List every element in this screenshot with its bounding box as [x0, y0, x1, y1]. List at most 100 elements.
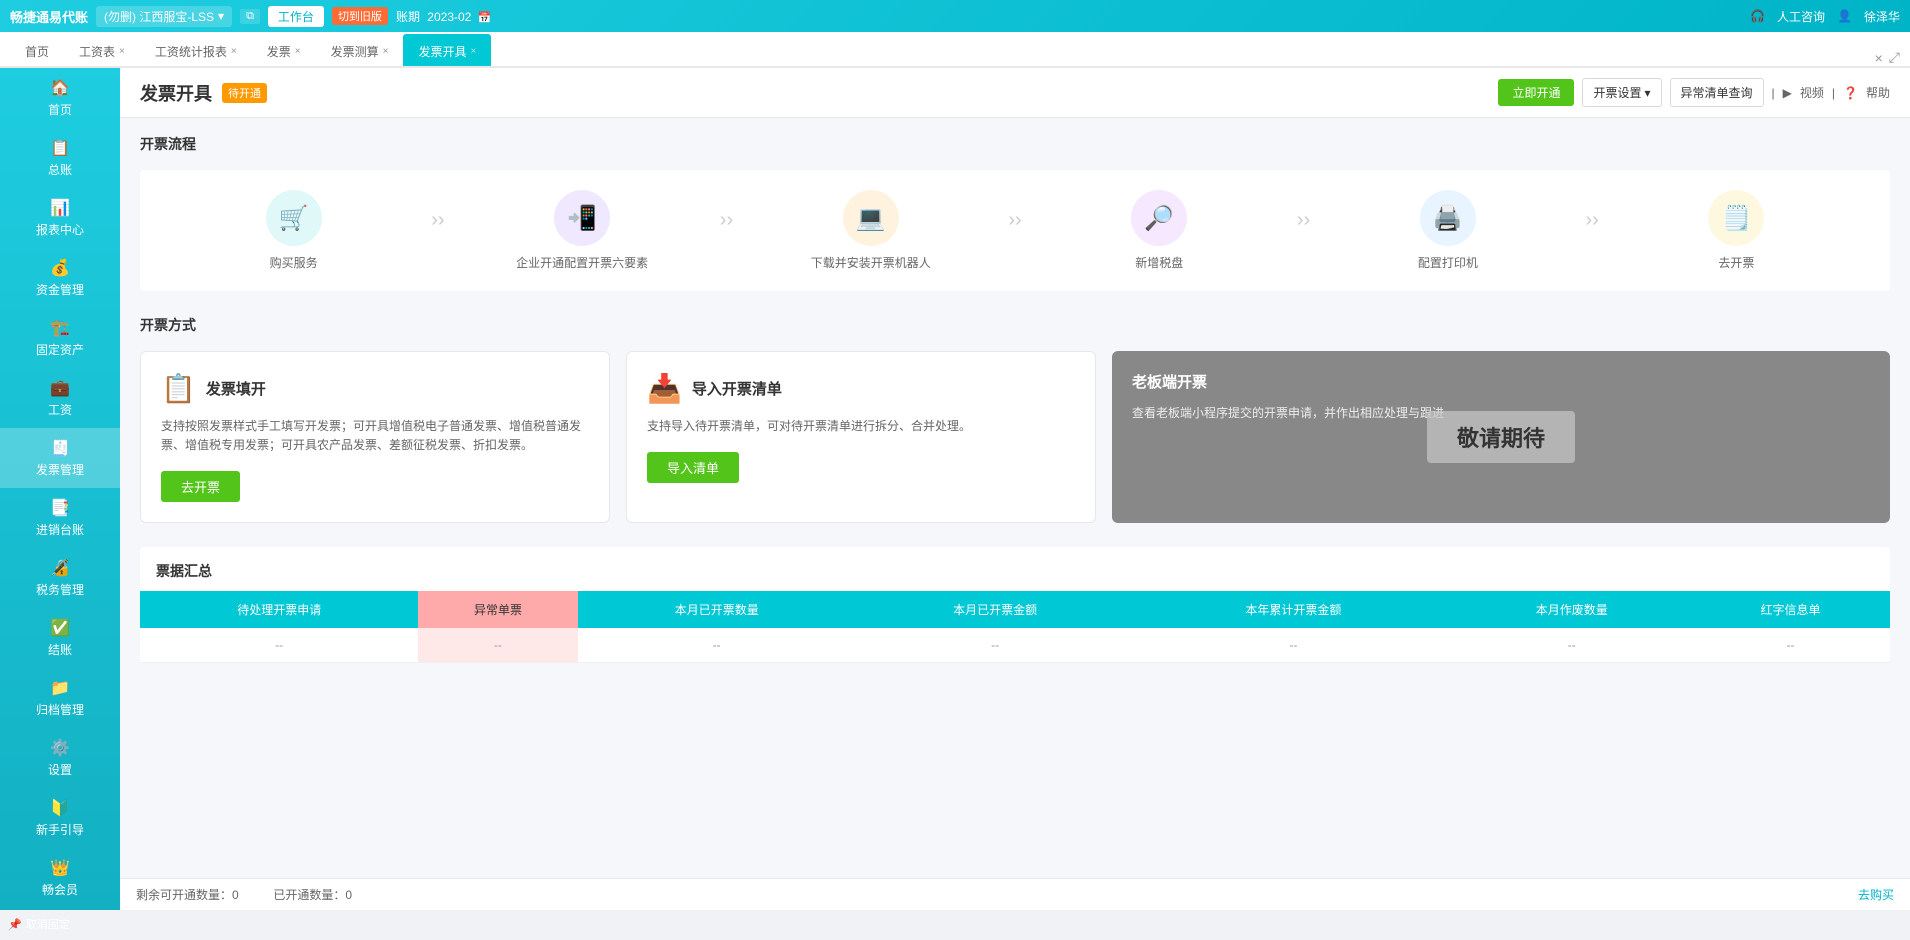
sidebar-item-member[interactable]: 👑 畅会员	[0, 848, 120, 908]
sidebar-item-fund[interactable]: 💰 资金管理	[0, 248, 120, 308]
tax-icon: 🔏	[50, 558, 70, 578]
header-right-actions: | ▶ 视频 | ❓ 帮助	[1772, 84, 1890, 101]
tab-home[interactable]: 首页	[10, 34, 64, 66]
member-icon: 👑	[50, 858, 70, 878]
tab-invoice-issue-label: 发票开具	[418, 43, 466, 60]
flow-step-1: 🛒 购买服务	[160, 190, 427, 271]
tab-invoice[interactable]: 发票 ×	[252, 34, 316, 66]
invoice-mgmt-icon: 🧾	[50, 438, 70, 458]
page-header: 发票开具 待开通 立即开通 开票设置 ▾ 异常清单查询 | ▶ 视频 | ❓ 帮…	[120, 68, 1910, 118]
user-name: 徐泽华	[1864, 8, 1900, 25]
sidebar-item-tax[interactable]: 🔏 税务管理	[0, 548, 120, 608]
divider: |	[1772, 86, 1775, 100]
copy-icon[interactable]: ⧉	[240, 9, 260, 24]
guide-icon: 🔰	[50, 798, 70, 818]
col-month-amount: 本月已开票金额	[856, 591, 1134, 628]
opened-label: 已开通数量：0	[273, 888, 352, 902]
immediate-open-btn[interactable]: 立即开通	[1498, 79, 1574, 106]
tab-invoice-calc[interactable]: 发票测算 ×	[316, 34, 404, 66]
tab-invoice-close[interactable]: ×	[295, 46, 301, 57]
flow-step-2-label: 企业开通配置开票六要素	[516, 254, 648, 271]
cell-year-amount: --	[1134, 628, 1452, 663]
cell-abnormal: --	[418, 628, 577, 663]
tab-payroll-close[interactable]: ×	[119, 46, 125, 57]
video-label[interactable]: 视频	[1800, 84, 1824, 101]
dropdown-icon: ▾	[218, 9, 224, 23]
nav-tabs: 首页 工资表 × 工资统计报表 × 发票 × 发票测算 × 发票开具 × × ⤢	[0, 32, 1910, 68]
col-month-count: 本月已开票数量	[578, 591, 856, 628]
separator: |	[1832, 86, 1835, 100]
inner-content: 开票流程 🛒 购买服务 ›› 📲 企业开通配置开票六要素 ›› 💻 下载并安装开	[120, 118, 1910, 679]
avatar: 👤	[1837, 9, 1852, 23]
flow-step-3: 💻 下载并安装开票机器人	[737, 190, 1004, 271]
sidebar-item-purchase-ledger[interactable]: 📑 进销台账	[0, 488, 120, 548]
flow-step-1-label: 购买服务	[270, 254, 318, 271]
tab-payroll-report-close[interactable]: ×	[231, 46, 237, 57]
summary-row: -- -- -- -- -- -- --	[140, 628, 1890, 663]
top-bar: 畅捷通易代账 (勿删) 江西服宝-LSS ▾ ⧉ 工作台 切到旧版 账期 202…	[0, 0, 1910, 32]
method-card-fill-header: 📋 发票填开	[161, 372, 589, 405]
import-card-title: 导入开票清单	[692, 378, 782, 399]
workspace-btn[interactable]: 工作台	[268, 6, 324, 27]
sidebar-item-invoice-mgmt[interactable]: 🧾 发票管理	[0, 428, 120, 488]
col-abnormal: 异常单票	[418, 591, 577, 628]
flow-step-5: 🖨️ 配置打印机	[1314, 190, 1581, 271]
import-card-icon: 📥	[647, 372, 682, 405]
bottom-bar: 剩余可开通数量：0 已开通数量：0 去购买	[120, 878, 1910, 910]
sidebar-item-ledger[interactable]: 📋 总账	[0, 128, 120, 188]
page-header-actions: 立即开通 开票设置 ▾ 异常清单查询 | ▶ 视频 | ❓ 帮助	[1498, 78, 1890, 107]
asset-icon: 🏗️	[50, 318, 70, 338]
restore-btn[interactable]: ⤢	[1889, 49, 1900, 66]
flow-step-6: 🗒️ 去开票	[1603, 190, 1870, 271]
fund-icon: 💰	[50, 258, 70, 278]
top-bar-left: 畅捷通易代账 (勿删) 江西服宝-LSS ▾ ⧉ 工作台 切到旧版 账期 202…	[10, 6, 491, 27]
ticket-settings-btn[interactable]: 开票设置 ▾	[1582, 78, 1661, 107]
tab-invoice-issue-close[interactable]: ×	[470, 46, 476, 57]
sidebar-item-archive[interactable]: 📁 归档管理	[0, 668, 120, 728]
purchase-ledger-icon: 📑	[50, 498, 70, 518]
status-badge: 待开通	[222, 83, 267, 103]
col-year-amount: 本年累计开票金额	[1134, 591, 1452, 628]
tab-payroll-report-label: 工资统计报表	[155, 43, 227, 60]
abnormal-list-btn[interactable]: 异常清单查询	[1670, 78, 1764, 107]
sidebar-item-report-label: 报表中心	[36, 221, 84, 238]
flow-step-2-icon: 📲	[554, 190, 610, 246]
tab-payroll-report[interactable]: 工资统计报表 ×	[140, 34, 252, 66]
tab-invoice-calc-label: 发票测算	[331, 43, 379, 60]
sidebar-item-report[interactable]: 📊 报表中心	[0, 188, 120, 248]
help-label[interactable]: 帮助	[1866, 84, 1890, 101]
calendar-icon[interactable]: 📅	[478, 12, 492, 24]
period-label: 账期 2023-02 📅	[396, 8, 491, 25]
remaining-label: 剩余可开通数量：0	[136, 888, 239, 902]
tab-invoice-issue[interactable]: 发票开具 ×	[403, 34, 491, 66]
sidebar-item-purchase-ledger-label: 进销台账	[36, 521, 84, 538]
user-service[interactable]: 人工咨询	[1777, 8, 1825, 25]
sidebar-unpin-btn[interactable]: 📌 取消固定	[0, 908, 120, 940]
close-btn[interactable]: ×	[1875, 50, 1883, 66]
methods-section-title: 开票方式	[140, 315, 1890, 335]
sidebar-item-guide-label: 新手引导	[36, 821, 84, 838]
fill-card-title: 发票填开	[206, 378, 266, 399]
tab-invoice-calc-close[interactable]: ×	[383, 46, 389, 57]
col-pending: 待处理开票申请	[140, 591, 418, 628]
sidebar-item-guide[interactable]: 🔰 新手引导	[0, 788, 120, 848]
settings-icon: ⚙️	[50, 738, 70, 758]
sidebar-item-home[interactable]: 🏠 首页	[0, 68, 120, 128]
cell-red-info: --	[1691, 628, 1890, 663]
sidebar-item-close-account[interactable]: ✅ 结账	[0, 608, 120, 668]
page-title: 发票开具	[140, 80, 212, 106]
go-issue-btn[interactable]: 去开票	[161, 471, 240, 502]
col-void-count: 本月作废数量	[1452, 591, 1691, 628]
flow-step-4-label: 新增税盘	[1135, 254, 1183, 271]
sidebar-item-settings[interactable]: ⚙️ 设置	[0, 728, 120, 788]
switch-version-btn[interactable]: 切到旧版	[332, 7, 388, 25]
tab-payroll[interactable]: 工资表 ×	[64, 34, 140, 66]
arrow-4: ››	[1293, 209, 1314, 232]
company-selector[interactable]: (勿删) 江西服宝-LSS ▾	[96, 6, 232, 27]
sidebar-item-archive-label: 归档管理	[36, 701, 84, 718]
sidebar-item-salary[interactable]: 💼 工资	[0, 368, 120, 428]
sidebar-item-asset[interactable]: 🏗️ 固定资产	[0, 308, 120, 368]
arrow-2: ››	[716, 209, 737, 232]
import-list-btn[interactable]: 导入清单	[647, 452, 739, 483]
buy-link[interactable]: 去购买	[1858, 886, 1894, 903]
